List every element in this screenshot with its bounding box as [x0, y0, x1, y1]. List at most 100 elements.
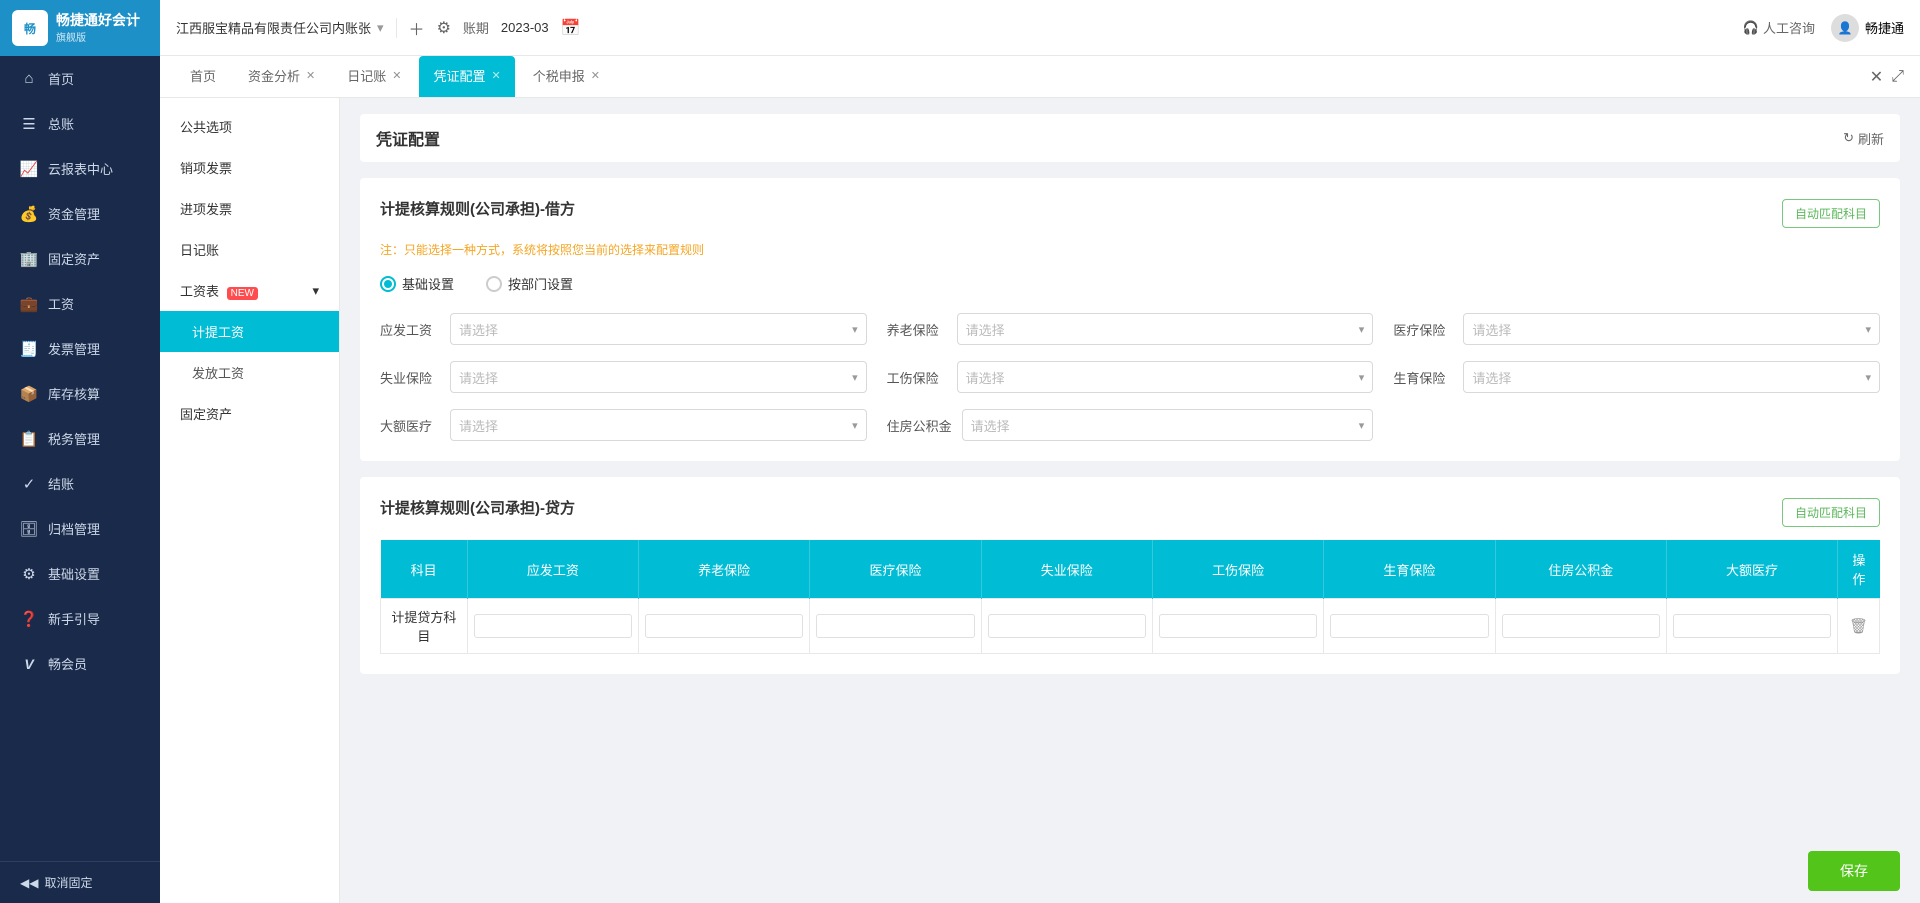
ledger-icon: ☰: [20, 115, 38, 133]
cell-shiye-input[interactable]: [981, 599, 1152, 654]
gongshang-select[interactable]: 请选择 ▾: [957, 361, 1374, 393]
close-all-icon[interactable]: ✕: [1870, 67, 1883, 87]
sidebar-item-settings[interactable]: ⚙ 基础设置: [0, 551, 160, 596]
avatar-icon: 👤: [1838, 21, 1853, 35]
debit-section-note: 注：只能选择一种方式，系统将按照您当前的选择来配置规则: [380, 241, 1880, 258]
tab-close-icon[interactable]: ✕: [306, 69, 315, 82]
menu-item-pay-salary[interactable]: 发放工资: [160, 352, 339, 393]
field-label: 失业保险: [380, 368, 440, 387]
menu-item-fixed-assets[interactable]: 固定资产: [160, 393, 339, 434]
tab-label: 个税申报: [533, 66, 585, 85]
menu-item-calc-salary[interactable]: 计提工资: [160, 311, 339, 352]
delete-icon[interactable]: 🗑: [1849, 618, 1868, 635]
credit-table: 科目 应发工资 养老保险 医疗保险 失业保险 工伤保险 生育保险 住房公积金 大…: [380, 540, 1880, 654]
cell-yiliao-input[interactable]: [810, 599, 981, 654]
save-button[interactable]: 保存: [1808, 851, 1900, 891]
sidebar-item-salary[interactable]: 💼 工资: [0, 281, 160, 326]
shiye-input[interactable]: [988, 614, 1146, 638]
sidebar-item-ledger[interactable]: ☰ 总账: [0, 101, 160, 146]
menu-item-salary-table[interactable]: 工资表 NEW ▾: [160, 270, 339, 311]
gongshang-input[interactable]: [1159, 614, 1317, 638]
auto-match-debit-button[interactable]: 自动匹配科目: [1782, 199, 1880, 228]
yingfa-input[interactable]: [474, 614, 632, 638]
tab-close-icon[interactable]: ✕: [392, 69, 401, 82]
tab-close-icon[interactable]: ✕: [591, 69, 600, 82]
tab-diary[interactable]: 日记账 ✕: [333, 56, 415, 97]
tab-funds[interactable]: 资金分析 ✕: [234, 56, 329, 97]
zhufang-input[interactable]: [1502, 614, 1660, 638]
expand-icon[interactable]: ⤢: [1891, 68, 1904, 86]
period-label: 账期: [463, 18, 489, 37]
tab-tax[interactable]: 个税申报 ✕: [519, 56, 614, 97]
main-area: 江西服宝精品有限责任公司内账张 ▾ ＋ ⚙ 账期 2023-03 📅 🎧 人工咨…: [160, 0, 1920, 903]
yanglao-input[interactable]: [645, 614, 803, 638]
yiliao-select[interactable]: 请选择 ▾: [1463, 313, 1880, 345]
credit-section: 计提核算规则(公司承担)-贷方 自动匹配科目 科目 应发工资 养老保险 医疗保险…: [360, 477, 1900, 674]
field-label: 工伤保险: [887, 368, 947, 387]
sidebar-item-label: 结账: [48, 474, 74, 493]
refresh-button[interactable]: ↻ 刷新: [1843, 129, 1884, 148]
credit-section-title: 计提核算规则(公司承担)-贷方: [380, 497, 575, 518]
menu-item-public[interactable]: 公共选项: [160, 106, 339, 147]
select-placeholder: 请选择: [459, 368, 498, 387]
new-badge: NEW: [227, 287, 258, 300]
cell-gongshang-input[interactable]: [1152, 599, 1323, 654]
sidebar-item-reports[interactable]: 📈 云报表中心: [0, 146, 160, 191]
assets-icon: 🏢: [20, 250, 38, 268]
chevron-down-icon: ▾: [1865, 323, 1871, 336]
calendar-icon[interactable]: 📅: [561, 18, 581, 38]
sidebar-item-guide[interactable]: ❓ 新手引导: [0, 596, 160, 641]
cell-shengyu-input[interactable]: [1324, 599, 1495, 654]
shiye-select[interactable]: 请选择 ▾: [450, 361, 867, 393]
col-yiliao: 医疗保险: [810, 540, 981, 599]
inventory-icon: 📦: [20, 385, 38, 403]
sidebar-item-funds[interactable]: 💰 资金管理: [0, 191, 160, 236]
tab-voucher[interactable]: 凭证配置 ✕: [419, 56, 514, 97]
yiliao-input[interactable]: [816, 614, 974, 638]
sidebar: 畅 畅捷通好会计 旗舰版 ⌂ 首页 ☰ 总账 📈 云报表中心 💰 资金管理 🏢 …: [0, 0, 160, 903]
sidebar-item-archive[interactable]: 🗄 归档管理: [0, 506, 160, 551]
tab-home[interactable]: 首页: [176, 56, 230, 97]
page-title: 凭证配置: [376, 126, 440, 150]
sidebar-item-inventory[interactable]: 📦 库存核算: [0, 371, 160, 416]
sidebar-item-invoice[interactable]: 🧾 发票管理: [0, 326, 160, 371]
tab-close-icon[interactable]: ✕: [492, 69, 501, 82]
field-shiye: 失业保险 请选择 ▾: [380, 361, 867, 393]
menu-item-diary[interactable]: 日记账: [160, 229, 339, 270]
user-profile[interactable]: 👤 畅捷通: [1831, 14, 1904, 42]
cell-yingfa-input[interactable]: [467, 599, 638, 654]
sidebar-item-label: 总账: [48, 114, 74, 133]
zhufang-select[interactable]: 请选择 ▾: [962, 409, 1374, 441]
add-icon[interactable]: ＋: [409, 16, 425, 40]
service-button[interactable]: 🎧 人工咨询: [1743, 18, 1815, 37]
yanglao-select[interactable]: 请选择 ▾: [957, 313, 1374, 345]
invoice-icon: 🧾: [20, 340, 38, 358]
cell-zhufang-input[interactable]: [1495, 599, 1666, 654]
menu-item-purchase-invoice[interactable]: 进项发票: [160, 188, 339, 229]
yingfa-select[interactable]: 请选择 ▾: [450, 313, 867, 345]
radio-basic[interactable]: 基础设置: [380, 274, 454, 293]
cell-delete[interactable]: 🗑: [1838, 599, 1880, 654]
cell-dale-input[interactable]: [1666, 599, 1837, 654]
select-placeholder: 请选择: [1472, 320, 1511, 339]
divider: [396, 18, 397, 38]
sidebar-item-closing[interactable]: ✓ 结账: [0, 461, 160, 506]
dale-input[interactable]: [1673, 614, 1831, 638]
shengyu-select[interactable]: 请选择 ▾: [1463, 361, 1880, 393]
menu-item-sales-invoice[interactable]: 销项发票: [160, 147, 339, 188]
shengyu-input[interactable]: [1330, 614, 1488, 638]
company-selector[interactable]: 江西服宝精品有限责任公司内账张 ▾: [176, 18, 384, 37]
sidebar-item-member[interactable]: V 畅会员: [0, 641, 160, 686]
cancel-pin-button[interactable]: ◀◀ 取消固定: [0, 861, 160, 903]
field-label: 养老保险: [887, 320, 947, 339]
sidebar-item-tax[interactable]: 📋 税务管理: [0, 416, 160, 461]
radio-department[interactable]: 按部门设置: [486, 274, 573, 293]
cell-yanglao-input[interactable]: [639, 599, 810, 654]
settings-gear-icon[interactable]: ⚙: [437, 18, 451, 38]
auto-match-credit-button[interactable]: 自动匹配科目: [1782, 498, 1880, 527]
field-label: 住房公积金: [887, 416, 952, 435]
sidebar-item-assets[interactable]: 🏢 固定资产: [0, 236, 160, 281]
dale-yiliao-select[interactable]: 请选择 ▾: [450, 409, 867, 441]
menu-label: 进项发票: [180, 202, 232, 217]
sidebar-item-home[interactable]: ⌂ 首页: [0, 56, 160, 101]
